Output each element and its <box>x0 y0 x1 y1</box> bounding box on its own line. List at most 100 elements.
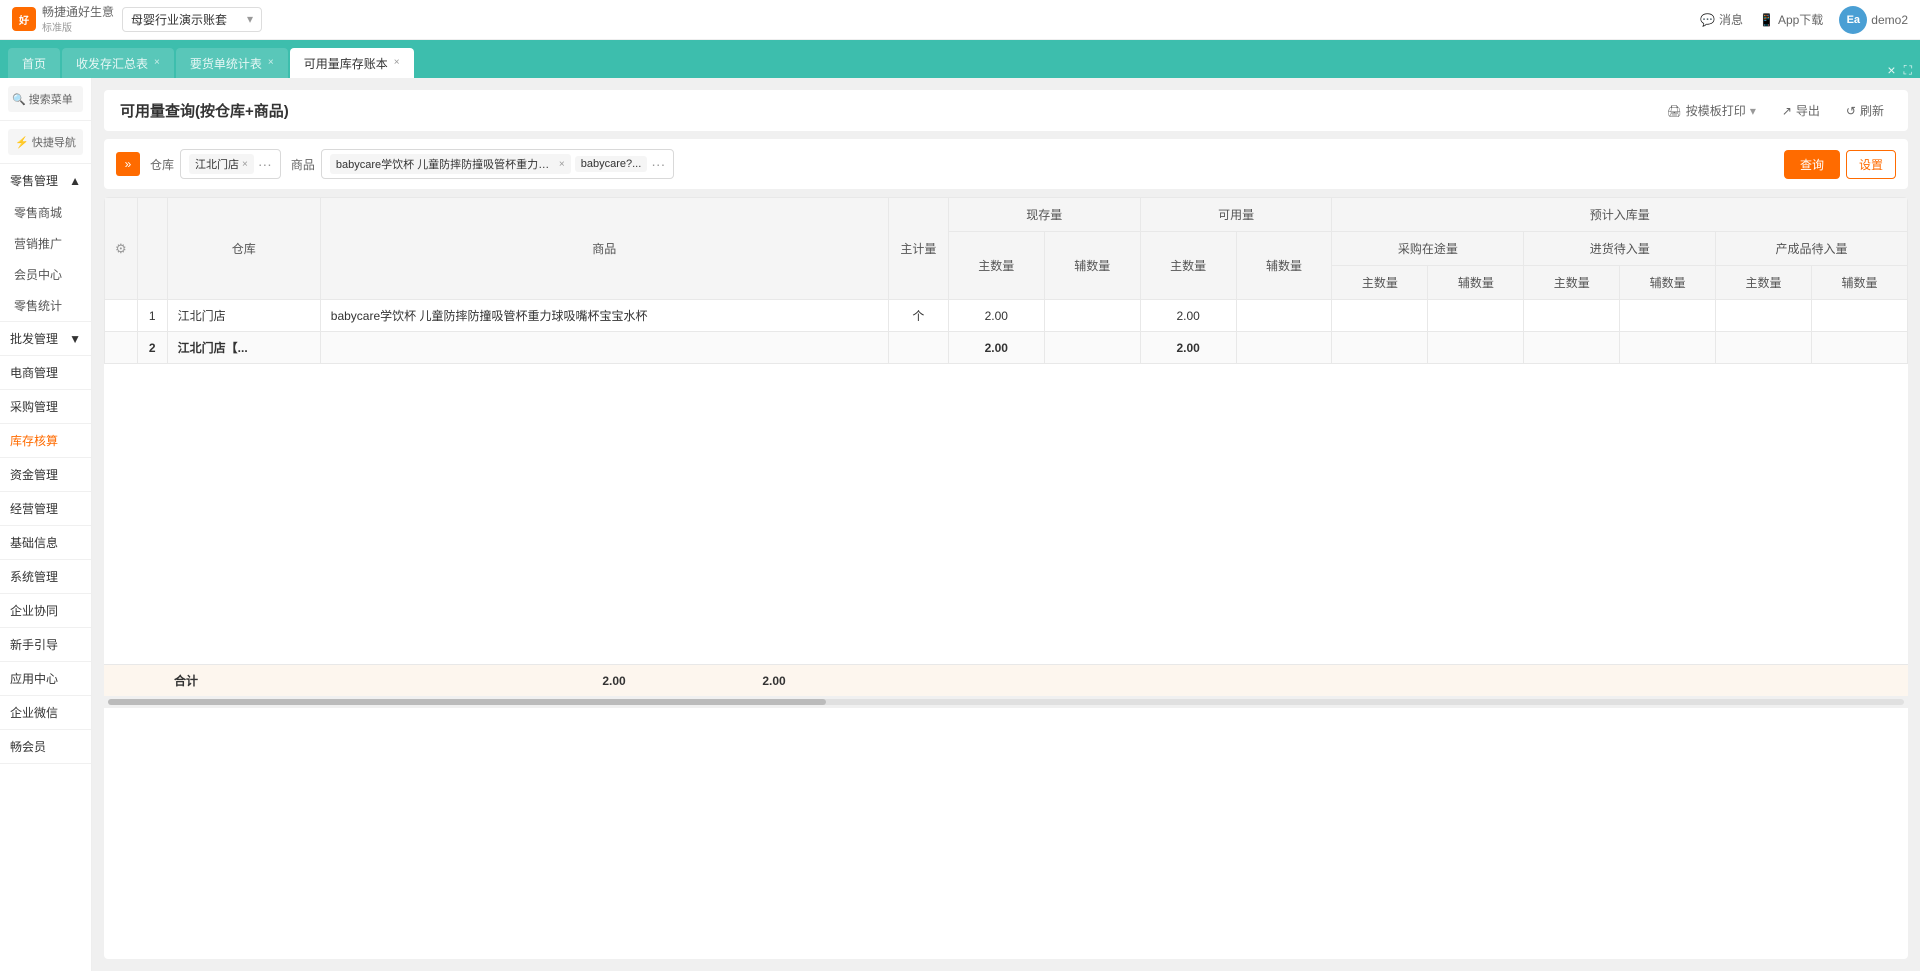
sidebar-group-ecommerce-title[interactable]: 电商管理 <box>0 356 91 389</box>
avatar: Ea <box>1839 6 1867 34</box>
sidebar-group-operations-title[interactable]: 经营管理 <box>0 492 91 525</box>
sidebar-group-inventory-title[interactable]: 库存核算 <box>0 424 91 457</box>
sidebar-group-wechat-title[interactable]: 企业微信 <box>0 696 91 729</box>
sidebar-group-wholesale: 批发管理 ▼ <box>0 322 91 356</box>
product-input[interactable]: babycare学饮杯 儿童防摔防撞吸管杯重力球吸嘴杯宝宝水杯 × babyca… <box>321 149 674 179</box>
sidebar-group-wholesale-title[interactable]: 批发管理 ▼ <box>0 322 91 355</box>
tab-bar: 首页 收发存汇总表 × 要货单统计表 × 可用量库存账本 × × ⛶ <box>0 40 1920 78</box>
sidebar-group-finance: 资金管理 <box>0 458 91 492</box>
printer-icon: 🖨 <box>1667 104 1682 118</box>
th-incoming: 进货待入量 <box>1524 232 1716 266</box>
avatar-initials: Ea <box>1847 14 1860 26</box>
sidebar-group-system-title[interactable]: 系统管理 <box>0 560 91 593</box>
sidebar-item-retail-stats[interactable]: 零售统计 <box>0 290 91 321</box>
sidebar-group-basic-title[interactable]: 基础信息 <box>0 526 91 559</box>
product-tag-1: babycare学饮杯 儿童防摔防撞吸管杯重力球吸嘴杯宝宝水杯 × <box>330 154 571 174</box>
settings-button[interactable]: 设置 <box>1846 150 1896 179</box>
sidebar-item-retail-shop[interactable]: 零售商城 <box>0 197 91 228</box>
sidebar-group-inventory-label: 库存核算 <box>10 432 58 449</box>
filter-row: » 仓库 江北门店 × ··· 商品 <box>104 139 1908 189</box>
sidebar-group-purchase-title[interactable]: 采购管理 <box>0 390 91 423</box>
refresh-icon: ↺ <box>1846 104 1856 118</box>
sidebar-group-finance-label: 资金管理 <box>10 466 58 483</box>
sidebar-group-appcenter-title[interactable]: 应用中心 <box>0 662 91 695</box>
scroll-bar-thumb[interactable] <box>108 699 826 705</box>
warehouse-tag-close[interactable]: × <box>242 159 248 170</box>
tab-inventory-close[interactable]: × <box>394 58 400 68</box>
logo-text-group: 畅捷通好生意 标准版 <box>42 5 114 34</box>
tab-home[interactable]: 首页 <box>8 48 60 78</box>
product-filter-label: 商品 <box>291 156 315 173</box>
th-current-stock: 现存量 <box>948 198 1140 232</box>
message-action[interactable]: 💬 消息 <box>1700 11 1743 28</box>
th-available-main: 主数量 <box>1140 232 1236 300</box>
table-row: 2 江北门店【... 2.00 2.00 <box>105 332 1908 364</box>
sidebar: 🔍 搜索菜单 ⚡ 快捷导航 零售管理 ▲ 零售商城 营销推广 会员中心 零售统计… <box>0 78 92 971</box>
expand-icon: » <box>125 157 132 171</box>
sidebar-group-enterprise-title[interactable]: 企业协同 <box>0 594 91 627</box>
td-purchase-transit-main <box>1332 300 1428 332</box>
th-main-unit: 主计量 <box>888 198 948 300</box>
td-warehouse: 江北门店 <box>167 300 320 332</box>
app-download-action[interactable]: 📱 App下载 <box>1759 11 1823 28</box>
th-available-aux: 辅数量 <box>1236 232 1332 300</box>
product-tag-2: babycare?... <box>575 156 648 172</box>
sidebar-group-ecommerce-label: 电商管理 <box>10 364 58 381</box>
td-product: babycare学饮杯 儿童防摔防撞吸管杯重力球吸嘴杯宝宝水杯 <box>320 300 888 332</box>
page-actions: 🖨 按模板打印 ▾ ↗ 导出 ↺ 刷新 <box>1659 98 1892 123</box>
sidebar-group-system: 系统管理 <box>0 560 91 594</box>
td-warehouse-group: 江北门店【... <box>167 332 320 364</box>
product-tag-1-close[interactable]: × <box>559 159 565 170</box>
th-row-num <box>137 198 167 300</box>
tab-orders-close[interactable]: × <box>268 58 274 68</box>
sidebar-group-ecommerce: 电商管理 <box>0 356 91 390</box>
sidebar-group-basic-label: 基础信息 <box>10 534 58 551</box>
industry-selector[interactable]: 母婴行业演示账套 ▾ <box>122 7 262 32</box>
product-dots: ··· <box>651 156 665 172</box>
th-product: 商品 <box>320 198 888 300</box>
sidebar-group-newbie-title[interactable]: 新手引导 <box>0 628 91 661</box>
td-purchase-transit-main-group <box>1332 332 1428 364</box>
user-name: demo2 <box>1871 13 1908 27</box>
sidebar-group-finance-title[interactable]: 资金管理 <box>0 458 91 491</box>
sidebar-item-members[interactable]: 会员中心 <box>0 259 91 290</box>
quick-nav-button[interactable]: ⚡ 快捷导航 <box>8 129 83 155</box>
search-menu-button[interactable]: 🔍 搜索菜单 <box>8 86 83 112</box>
user-action[interactable]: Ea demo2 <box>1839 6 1908 34</box>
td-main-unit: 个 <box>888 300 948 332</box>
tab-close-all-btn[interactable]: × <box>1887 62 1895 78</box>
filter-expand-btn[interactable]: » <box>116 152 140 176</box>
td-settings-group <box>105 332 138 364</box>
tab-orders[interactable]: 要货单统计表 × <box>176 48 288 78</box>
sidebar-group-wechat-label: 企业微信 <box>10 704 58 721</box>
sidebar-group-enterprise: 企业协同 <box>0 594 91 628</box>
tab-inventory[interactable]: 可用量库存账本 × <box>290 48 414 78</box>
page-header: 可用量查询(按仓库+商品) 🖨 按模板打印 ▾ ↗ 导出 ↺ 刷新 <box>104 90 1908 131</box>
footer-label: 合计 <box>164 672 234 689</box>
data-table: ⚙ 仓库 商品 主计量 现存量 可用量 预计入库量 主数量 辅数 <box>104 197 1908 364</box>
template-print-label: 按模板打印 <box>1686 102 1746 119</box>
th-forecast-in: 预计入库量 <box>1332 198 1908 232</box>
sidebar-group-changhui-title[interactable]: 畅会员 <box>0 730 91 763</box>
td-available-aux <box>1236 300 1332 332</box>
sidebar-group-retail: 零售管理 ▲ 零售商城 营销推广 会员中心 零售统计 <box>0 164 91 322</box>
sidebar-group-retail-title[interactable]: 零售管理 ▲ <box>0 164 91 197</box>
top-bar: 好 畅捷通好生意 标准版 母婴行业演示账套 ▾ 💬 消息 📱 App下载 Ea … <box>0 0 1920 40</box>
tab-receipts-close[interactable]: × <box>154 58 160 68</box>
warehouse-filter: 仓库 江北门店 × ··· <box>150 149 281 179</box>
logo-icon: 好 <box>12 7 36 31</box>
sidebar-item-marketing[interactable]: 营销推广 <box>0 228 91 259</box>
gear-icon[interactable]: ⚙ <box>115 241 127 256</box>
tab-fullscreen-btn[interactable]: ⛶ <box>1904 63 1912 78</box>
refresh-btn[interactable]: ↺ 刷新 <box>1838 98 1892 123</box>
logo-text: 畅捷通好生意 <box>42 5 114 19</box>
page-title: 可用量查询(按仓库+商品) <box>120 100 289 121</box>
warehouse-input[interactable]: 江北门店 × ··· <box>180 149 281 179</box>
scroll-bar-area[interactable] <box>104 696 1908 708</box>
template-print-btn[interactable]: 🖨 按模板打印 ▾ <box>1659 98 1764 123</box>
export-btn[interactable]: ↗ 导出 <box>1774 98 1828 123</box>
tab-bar-right: × ⛶ <box>1887 62 1912 78</box>
tab-receipts[interactable]: 收发存汇总表 × <box>62 48 174 78</box>
td-row-num-group: 2 <box>137 332 167 364</box>
query-button[interactable]: 查询 <box>1784 150 1840 179</box>
